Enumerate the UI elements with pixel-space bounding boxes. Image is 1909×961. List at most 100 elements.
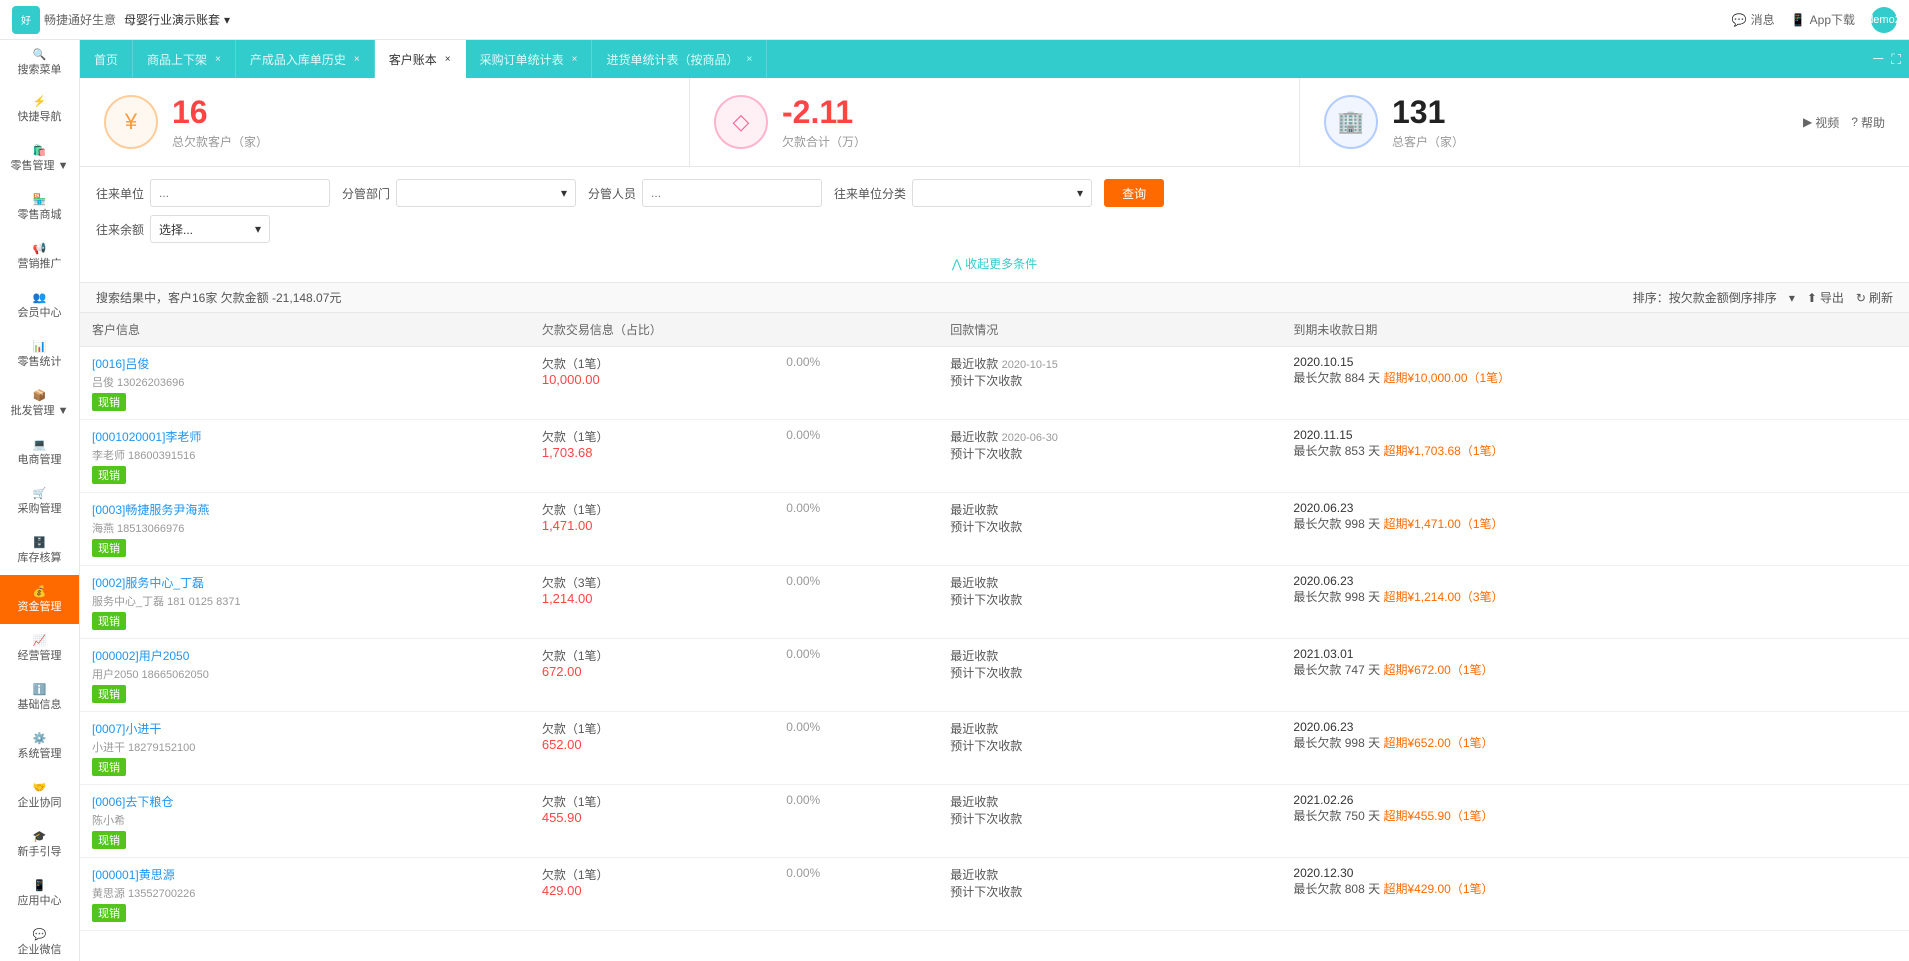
customer-name-link-7[interactable]: [000001]黄思源 [92,868,175,882]
sidebar-item-retail-stats[interactable]: 📊 零售统计 [0,330,79,379]
debt-count-1: 欠款（1笔） [542,428,754,445]
cell-due-date-5: 2020.06.23 最长欠款 998 天 超期¥652.00（1笔） [1281,712,1909,785]
help-action[interactable]: ? 帮助 [1851,114,1885,131]
tab-purchase-stats[interactable]: 采购订单统计表 × [466,40,593,78]
stat-icon-total-customers: 🏢 [1324,95,1378,149]
sidebar-item-collab[interactable]: 🤝 企业协同 [0,771,79,820]
customer-phone-6: 陈小希 [92,812,518,828]
app-download-button[interactable]: 📱 App下载 [1791,11,1855,28]
overdue-amount-7[interactable]: 超期¥429.00（1笔） [1383,882,1493,896]
overdue-amount-2[interactable]: 超期¥1,471.00（1笔） [1383,517,1503,531]
customer-name-link-6[interactable]: [0006]去下粮仓 [92,795,173,809]
sidebar-item-quick-nav[interactable]: ⚡ 快捷导航 [0,85,79,134]
sidebar-item-marketing[interactable]: 📢 营销推广 [0,232,79,281]
debt-amount-0[interactable]: 10,000.00 [542,372,754,387]
filter-person-input[interactable] [642,179,822,207]
app-download-label: App下载 [1810,11,1855,28]
tab-product-onoff[interactable]: 商品上下架 × [133,40,236,78]
sidebar-item-wechat[interactable]: 💬 企业微信 [0,918,79,961]
debt-count-0: 欠款（1笔） [542,355,754,372]
tab-product-onoff-close[interactable]: × [215,54,221,65]
tab-purchase-goods-stats[interactable]: 进货单统计表（按商品） × [592,40,767,78]
customer-name-link-5[interactable]: [0007]小进干 [92,722,161,736]
sidebar-item-inventory[interactable]: 🗄️ 库存核算 [0,526,79,575]
debt-amount-4[interactable]: 672.00 [542,664,754,679]
customer-name-link-2[interactable]: [0003]畅捷服务尹海燕 [92,503,209,517]
cell-customer-info-7: [000001]黄思源 黄思源 13552700226 现销 [80,858,530,931]
filter-unit-type-select[interactable]: ▾ [912,179,1092,207]
sidebar-item-finance[interactable]: 💰 资金管理 [0,575,79,624]
tab-production-history-close[interactable]: × [354,54,360,65]
sidebar-item-retail-mgmt[interactable]: 🛍️ 零售管理 ▼ [0,134,79,183]
debt-amount-5[interactable]: 652.00 [542,737,754,752]
overdue-amount-0[interactable]: 超期¥10,000.00（1笔） [1383,371,1510,385]
tab-minimize-button[interactable]: － [1871,49,1885,69]
refresh-button[interactable]: ↻ 刷新 [1856,289,1893,306]
sidebar-search[interactable]: 🔍 搜索菜单 [0,40,79,85]
overdue-amount-3[interactable]: 超期¥1,214.00（3笔） [1383,590,1503,604]
cell-debt-percent-6: 0.00% [766,785,938,858]
search-button[interactable]: 查询 [1104,179,1164,207]
filter-dept-select[interactable]: ▾ [396,179,576,207]
sidebar-item-guide[interactable]: 🎓 新手引导 [0,820,79,869]
customer-name-link-4[interactable]: [000002]用户2050 [92,649,189,663]
tab-purchase-goods-stats-close[interactable]: × [746,54,752,65]
tab-purchase-stats-close[interactable]: × [572,54,578,65]
stat-card-total-customers: 🏢 131 总客户（家） ▶ 视频 ? 帮助 [1300,78,1909,166]
quick-nav-label: 快捷导航 [4,108,75,124]
debt-amount-6[interactable]: 455.90 [542,810,754,825]
message-button[interactable]: 💬 消息 [1732,11,1775,28]
overdue-days-text-6: 最长欠款 750 天 [1293,809,1383,823]
filter-balance-select[interactable]: 选择... ▾ [150,215,270,243]
tab-customer-account[interactable]: 客户账本 × [375,40,466,78]
debt-amount-2[interactable]: 1,471.00 [542,518,754,533]
debt-amount-3[interactable]: 1,214.00 [542,591,754,606]
tab-maximize-button[interactable]: ⛶ [1891,51,1901,68]
video-label: 视频 [1815,114,1839,131]
sidebar-item-basic-info[interactable]: ℹ️ 基础信息 [0,673,79,722]
marketing-icon: 📢 [4,242,75,255]
overdue-amount-5[interactable]: 超期¥652.00（1笔） [1383,736,1493,750]
sidebar-item-retail-mall[interactable]: 🏪 零售商城 [0,183,79,232]
debt-count-4: 欠款（1笔） [542,647,754,664]
table-container: 客户信息 欠款交易信息（占比） 回款情况 到期未收款日期 [0016]吕俊 吕俊… [80,313,1909,961]
customer-tag-7: 现销 [92,904,126,922]
customer-tag-0: 现销 [92,393,126,411]
sidebar-item-system[interactable]: ⚙️ 系统管理 [0,722,79,771]
tab-product-onoff-label: 商品上下架 [147,51,207,68]
user-profile[interactable]: demo2 [1871,7,1897,33]
overdue-amount-6[interactable]: 超期¥455.90（1笔） [1383,809,1493,823]
filter-dept: 分管部门 ▾ [342,179,576,207]
sidebar-item-member[interactable]: 👥 会员中心 [0,281,79,330]
tab-production-history[interactable]: 产成品入库单历史 × [236,40,375,78]
cell-customer-info-2: [0003]畅捷服务尹海燕 海燕 18513066976 现销 [80,493,530,566]
cell-due-date-4: 2021.03.01 最长欠款 747 天 超期¥672.00（1笔） [1281,639,1909,712]
overdue-amount-1[interactable]: 超期¥1,703.68（1笔） [1383,444,1503,458]
overdue-date-0: 2020.10.15 [1293,355,1897,369]
inventory-icon: 🗄️ [4,536,75,549]
customer-name-link-0[interactable]: [0016]吕俊 [92,357,149,371]
tab-production-history-label: 产成品入库单历史 [250,51,346,68]
cell-customer-info-4: [000002]用户2050 用户2050 18665062050 现销 [80,639,530,712]
sidebar-item-wholesale[interactable]: 📦 批发管理 ▼ [0,379,79,428]
debt-amount-1[interactable]: 1,703.68 [542,445,754,460]
sidebar-item-purchase[interactable]: 🛒 采购管理 [0,477,79,526]
recovery-info-4: 最近收款 [950,647,1269,664]
overdue-days-6: 最长欠款 750 天 超期¥455.90（1笔） [1293,807,1897,824]
filter-source-unit-input[interactable] [150,179,330,207]
video-action[interactable]: ▶ 视频 [1803,114,1839,131]
export-button[interactable]: ⬆ 导出 [1807,289,1844,306]
customer-name-link-1[interactable]: [0001020001]李老师 [92,430,201,444]
collapse-row[interactable]: ⋀ 收起更多条件 [96,251,1893,276]
cell-debt-percent-2: 0.00% [766,493,938,566]
sidebar-item-ecommerce[interactable]: 💻 电商管理 [0,428,79,477]
overdue-amount-4[interactable]: 超期¥672.00（1笔） [1383,663,1493,677]
store-selector[interactable]: 母婴行业演示账套 ▾ [124,11,230,28]
sidebar-item-apps[interactable]: 📱 应用中心 [0,869,79,918]
sidebar-item-operations[interactable]: 📈 经营管理 [0,624,79,673]
tab-customer-account-close[interactable]: × [445,54,451,65]
debt-amount-7[interactable]: 429.00 [542,883,754,898]
cell-debt-info-0: 欠款（1笔） 10,000.00 [530,347,766,420]
tab-home[interactable]: 首页 [80,40,133,78]
customer-name-link-3[interactable]: [0002]服务中心_丁磊 [92,576,204,590]
